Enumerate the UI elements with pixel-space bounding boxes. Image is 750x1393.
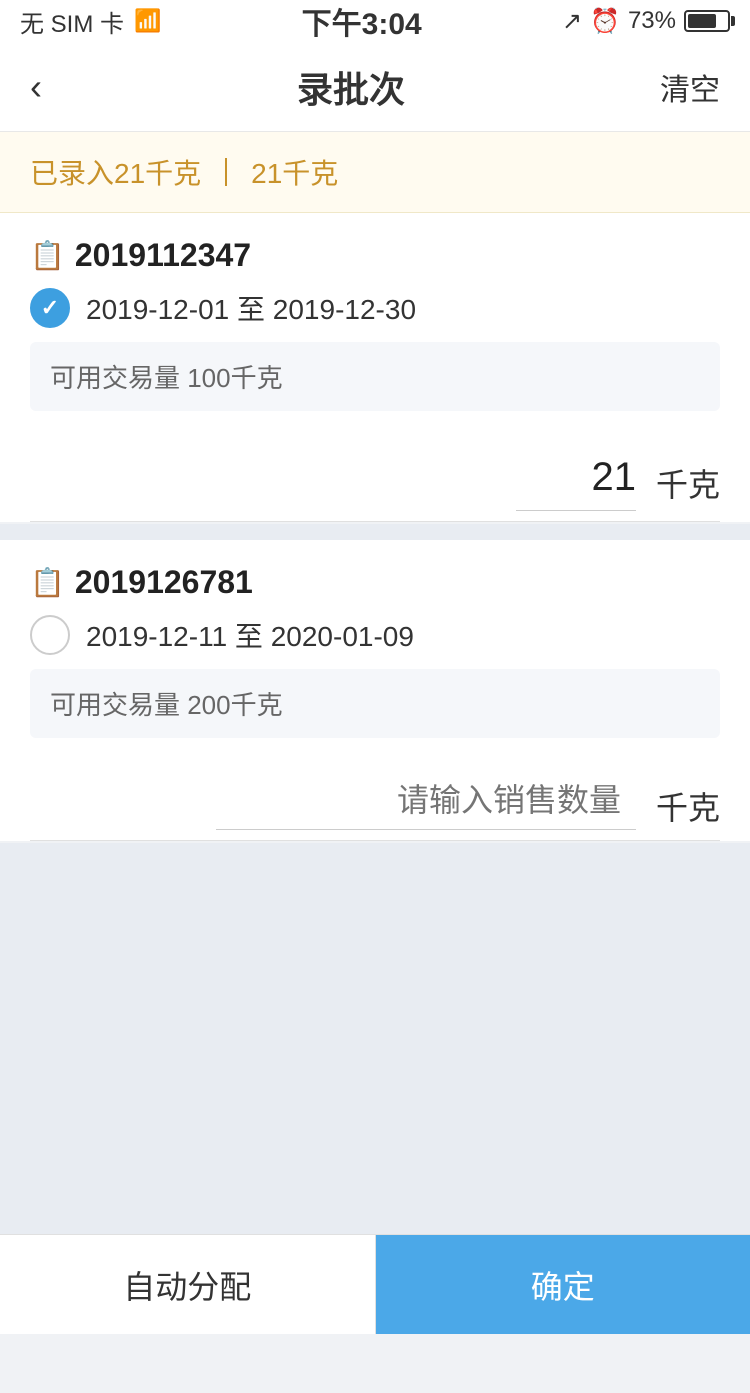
confirm-button[interactable]: 确定 <box>376 1235 750 1334</box>
batch1-date-row[interactable]: 2019-12-01 至 2019-12-30 <box>30 288 720 328</box>
summary-total: 21千克 <box>251 152 338 192</box>
auto-distribute-button[interactable]: 自动分配 <box>0 1235 376 1334</box>
bottom-bar: 自动分配 确定 <box>0 1234 750 1334</box>
summary-recorded: 已录入21千克 <box>30 152 201 192</box>
batch2-date-row[interactable]: 2019-12-11 至 2020-01-09 <box>30 615 720 655</box>
batch1-date: 2019-12-01 至 2019-12-30 <box>86 288 416 328</box>
battery-percent: 73% <box>628 7 676 35</box>
batch1-quantity-container[interactable]: 21 <box>516 455 636 511</box>
batch2-quantity-input[interactable] <box>216 782 636 819</box>
batch2-card: 📋 2019126781 2019-12-11 至 2020-01-09 可用交… <box>0 540 750 841</box>
location-icon: ↗ <box>562 7 582 36</box>
summary-divider <box>225 158 227 186</box>
batch1-id-row: 📋 2019112347 <box>30 237 720 274</box>
batch1-quantity-row: 21 千克 <box>0 435 750 521</box>
batch1-radio[interactable] <box>30 288 70 328</box>
back-button[interactable]: ‹ <box>30 66 42 108</box>
doc-icon-1: 📋 <box>30 239 65 272</box>
batch2-divider <box>30 840 720 841</box>
batch1-divider <box>30 521 720 522</box>
section-separator <box>0 524 750 540</box>
batch2-input-row[interactable]: 千克 <box>0 762 750 840</box>
nav-bar: ‹ 录批次 清空 <box>0 42 750 132</box>
batch2-quantity-unit: 千克 <box>656 783 720 829</box>
batch2-input-container <box>216 782 636 830</box>
batch2-id-row: 📋 2019126781 <box>30 564 720 601</box>
batch1-id: 2019112347 <box>75 237 251 274</box>
status-right: ↗ ⏰ 73% <box>562 7 730 36</box>
battery-icon <box>684 10 730 32</box>
status-time: 下午3:04 <box>302 0 422 43</box>
wifi-icon: 📶 <box>134 8 161 34</box>
batch1-card: 📋 2019112347 2019-12-01 至 2019-12-30 可用交… <box>0 213 750 522</box>
batch1-available: 可用交易量 100千克 <box>30 342 720 411</box>
no-sim-text: 无 SIM 卡 <box>20 4 124 39</box>
batch2-radio[interactable] <box>30 615 70 655</box>
batch1-quantity-unit: 千克 <box>656 460 720 506</box>
batch1-quantity-value: 21 <box>591 455 636 499</box>
summary-bar: 已录入21千克 21千克 <box>0 132 750 213</box>
status-bar: 无 SIM 卡 📶 下午3:04 ↗ ⏰ 73% <box>0 0 750 42</box>
doc-icon-2: 📋 <box>30 566 65 599</box>
batch2-date: 2019-12-11 至 2020-01-09 <box>86 615 414 655</box>
batch2-available: 可用交易量 200千克 <box>30 669 720 738</box>
alarm-icon: ⏰ <box>590 7 620 36</box>
page-title: 录批次 <box>297 61 405 113</box>
empty-area <box>0 843 750 1293</box>
clear-button[interactable]: 清空 <box>660 65 720 109</box>
batch2-id: 2019126781 <box>75 564 253 601</box>
status-left: 无 SIM 卡 📶 <box>20 4 161 39</box>
